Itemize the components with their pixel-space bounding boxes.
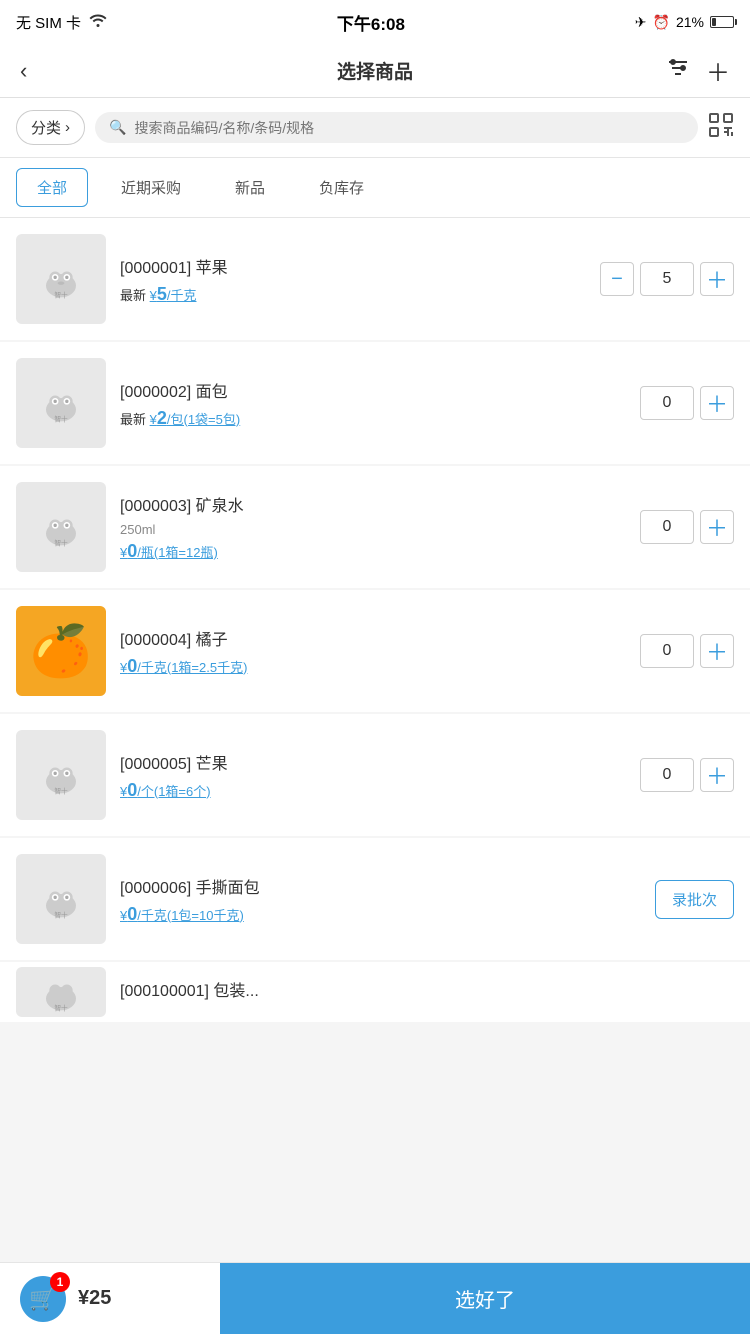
product-info-0000002: [0000002] 面包 最新 ¥2/包(1袋=5包) [120, 378, 626, 429]
status-bar: 无 SIM 卡 下午6:08 ✈ ⏰ 21% [0, 0, 750, 44]
back-button[interactable]: ‹ [20, 58, 27, 84]
increase-button-0000004[interactable]: ＋ [700, 634, 734, 668]
product-spec-0000003: 250ml [120, 522, 626, 537]
product-price-0000005: ¥0/个(1箱=6个) [120, 780, 626, 801]
quantity-control-0000006: 录批次 [655, 880, 734, 919]
product-info-0000006: [0000006] 手撕面包 ¥0/千克(1包=10千克) [120, 874, 641, 925]
product-image-0000002: 智十 [16, 358, 106, 448]
svg-text:智十: 智十 [54, 538, 68, 547]
increase-button-0000005[interactable]: ＋ [700, 758, 734, 792]
list-item: 智十 [0000001] 苹果 最新 ¥5/千克 − ＋ [0, 218, 750, 340]
status-left: 无 SIM 卡 [16, 12, 107, 33]
list-item: 智十 [0000006] 手撕面包 ¥0/千克(1包=10千克) 录批次 [0, 838, 750, 960]
list-item: 智十 [0000005] 芒果 ¥0/个(1箱=6个) ＋ [0, 714, 750, 836]
svg-text:智十: 智十 [54, 786, 68, 795]
tab-all[interactable]: 全部 [16, 168, 88, 207]
product-image-0000006: 智十 [16, 854, 106, 944]
bottom-bar: 🛒 1 ¥25 选好了 [0, 1262, 750, 1334]
quantity-input-0000005[interactable] [640, 758, 694, 792]
cart-button[interactable]: 🛒 1 [20, 1276, 66, 1322]
list-item: 智十 [0000003] 矿泉水 250ml ¥0/瓶(1箱=12瓶) ＋ [0, 466, 750, 588]
quantity-control-0000005: ＋ [640, 758, 734, 792]
list-item: 智十 [0000002] 面包 最新 ¥2/包(1袋=5包) ＋ [0, 342, 750, 464]
quantity-control-0000004: ＋ [640, 634, 734, 668]
product-price-0000002: 最新 ¥2/包(1袋=5包) [120, 408, 626, 429]
product-name-0000002: [0000002] 面包 [120, 378, 626, 402]
product-info-0000003: [0000003] 矿泉水 250ml ¥0/瓶(1箱=12瓶) [120, 492, 626, 562]
alarm-icon: ⏰ [653, 14, 670, 31]
quantity-control-0000003: ＋ [640, 510, 734, 544]
product-name-0000005: [0000005] 芒果 [120, 750, 626, 774]
increase-button-0000003[interactable]: ＋ [700, 510, 734, 544]
quantity-input-0000003[interactable] [640, 510, 694, 544]
product-name-0000004: [0000004] 橘子 [120, 626, 626, 650]
product-name-partial: [000100001] 包装... [120, 977, 734, 1001]
product-info-0000005: [0000005] 芒果 ¥0/个(1箱=6个) [120, 750, 626, 801]
quantity-input-0000004[interactable] [640, 634, 694, 668]
filter-bar: 分类 › 🔍 [0, 98, 750, 158]
scan-icon[interactable] [708, 112, 734, 144]
product-info-partial: [000100001] 包装... [120, 977, 734, 1007]
product-name-0000003: [0000003] 矿泉水 [120, 492, 626, 516]
product-price-0000004: ¥0/千克(1箱=2.5千克) [120, 656, 626, 677]
product-info-0000004: [0000004] 橘子 ¥0/千克(1箱=2.5千克) [120, 626, 626, 677]
svg-text:智十: 智十 [54, 910, 68, 919]
increase-button-0000001[interactable]: ＋ [700, 262, 734, 296]
product-price-0000006: ¥0/千克(1包=10千克) [120, 904, 641, 925]
confirm-button[interactable]: 选好了 [220, 1263, 750, 1334]
list-item: 智十 [000100001] 包装... [0, 962, 750, 1022]
product-info-0000001: [0000001] 苹果 最新 ¥5/千克 [120, 254, 586, 305]
category-label: 分类 [31, 117, 61, 138]
search-icon: 🔍 [109, 119, 126, 136]
page-title: 选择商品 [337, 57, 413, 84]
decrease-button-0000001[interactable]: − [600, 262, 634, 296]
battery-icon [710, 16, 734, 28]
filter-icon[interactable] [666, 56, 690, 86]
product-image-partial: 智十 [16, 967, 106, 1017]
carrier-label: 无 SIM 卡 [16, 12, 81, 33]
quantity-input-0000002[interactable] [640, 386, 694, 420]
product-list: 智十 [0000001] 苹果 最新 ¥5/千克 − ＋ [0, 218, 750, 1022]
cart-badge: 1 [50, 1272, 70, 1292]
location-icon: ✈ [635, 14, 647, 31]
cart-section: 🛒 1 ¥25 [0, 1276, 220, 1322]
product-image-0000005: 智十 [16, 730, 106, 820]
increase-button-0000002[interactable]: ＋ [700, 386, 734, 420]
search-box: 🔍 [95, 112, 698, 143]
quantity-input-0000001[interactable] [640, 262, 694, 296]
category-button[interactable]: 分类 › [16, 110, 85, 145]
quantity-control-0000002: ＋ [640, 386, 734, 420]
chevron-right-icon: › [65, 119, 70, 136]
product-name-0000006: [0000006] 手撕面包 [120, 874, 641, 898]
nav-bar: ‹ 选择商品 ＋ [0, 44, 750, 98]
product-price-0000003: ¥0/瓶(1箱=12瓶) [120, 541, 626, 562]
tab-bar: 全部 近期采购 新品 负库存 [0, 158, 750, 218]
status-time: 下午6:08 [337, 10, 405, 35]
product-name-0000001: [0000001] 苹果 [120, 254, 586, 278]
tab-recent[interactable]: 近期采购 [100, 168, 202, 207]
svg-text:智十: 智十 [54, 290, 68, 299]
tab-new[interactable]: 新品 [214, 168, 286, 207]
nav-left: ‹ [20, 58, 27, 84]
product-image-0000003: 智十 [16, 482, 106, 572]
product-price-0000001: 最新 ¥5/千克 [120, 284, 586, 305]
battery-percent: 21% [676, 14, 704, 30]
tab-negative[interactable]: 负库存 [298, 168, 385, 207]
batch-button-0000006[interactable]: 录批次 [655, 880, 734, 919]
add-button[interactable]: ＋ [706, 53, 730, 88]
svg-text:智十: 智十 [54, 1003, 68, 1012]
search-input[interactable] [134, 120, 684, 136]
nav-right: ＋ [666, 53, 730, 88]
quantity-control-0000001: − ＋ [600, 262, 734, 296]
wifi-icon [89, 13, 107, 31]
cart-total: ¥25 [78, 1287, 111, 1310]
svg-text:智十: 智十 [54, 414, 68, 423]
status-right: ✈ ⏰ 21% [635, 14, 734, 31]
list-item: 🍊 [0000004] 橘子 ¥0/千克(1箱=2.5千克) ＋ [0, 590, 750, 712]
product-image-0000001: 智十 [16, 234, 106, 324]
product-image-0000004: 🍊 [16, 606, 106, 696]
